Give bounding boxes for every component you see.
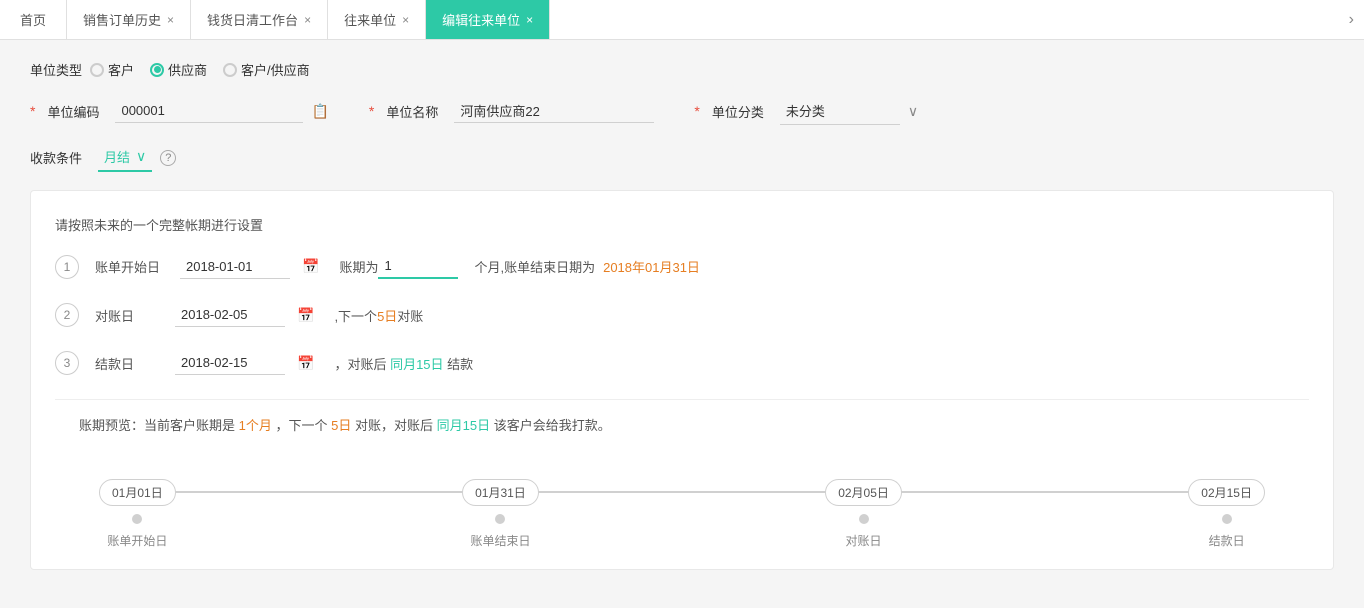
preview-prefix: 账期预览：当前客户账期是 [79, 418, 235, 433]
node-3-dot [859, 514, 869, 524]
tab-partner[interactable]: 往来单位 × [328, 0, 426, 39]
tab-edit-partner[interactable]: 编辑往来单位 × [426, 0, 550, 39]
tab-partner-label: 往来单位 [344, 10, 396, 29]
period-label: 账期为 [339, 257, 378, 276]
preview-middle2: 对账，对账后 [355, 418, 433, 433]
settle-row-3: 3 结款日 📅 ，对账后 同月15日 结款 [55, 351, 1309, 375]
radio-group-unit-type: 客户 供应商 客户/供应商 [90, 60, 310, 79]
node-2-label: 账单结束日 [470, 532, 530, 549]
row-label-1: 账单开始日 [95, 257, 160, 276]
unit-code-group: * 单位编码 📋 [30, 99, 329, 123]
tab-sales-history-close[interactable]: × [167, 13, 174, 27]
collect-condition-section: 收款条件 月结 ∨ ? [30, 143, 1334, 172]
timeline-section: 01月01日 账单开始日 01月31日 账单结束日 02月05日 对账日 [55, 453, 1309, 549]
node-3-badge: 02月05日 [825, 479, 902, 506]
card-title: 请按照未来的一个完整帐期进行设置 [55, 215, 1309, 234]
unit-category-dropdown[interactable]: ∨ [908, 103, 918, 120]
radio-customer-label: 客户 [108, 60, 134, 79]
unit-category-required: * [694, 103, 699, 119]
row-label-2: 对账日 [95, 306, 155, 325]
unit-name-group: * 单位名称 [369, 99, 654, 123]
tab-cash-work-close[interactable]: × [304, 13, 311, 27]
radio-customer-supplier-circle [223, 63, 237, 77]
start-date-input[interactable] [180, 255, 290, 279]
unit-category-label: 单位分类 [712, 102, 764, 121]
tab-edit-partner-label: 编辑往来单位 [442, 10, 520, 29]
payment-desc: ，对账后 同月15日 结款 [334, 354, 473, 373]
preview-section: 账期预览：当前客户账期是 1个月 ，下一个 5日 对账，对账后 同月15日 该客… [55, 400, 1309, 453]
period-end-date: 2018年01月31日 [603, 257, 700, 276]
node-4-badge: 02月15日 [1188, 479, 1265, 506]
unit-category-value: 未分类 [780, 97, 900, 125]
unit-code-required: * [30, 103, 35, 119]
collect-condition-arrow[interactable]: ∨ [136, 148, 146, 165]
tab-cash-work[interactable]: 钱货日清工作台 × [191, 0, 328, 39]
radio-customer[interactable]: 客户 [90, 60, 134, 79]
timeline-node-3: 02月05日 对账日 [825, 479, 902, 549]
settle-row-1: 1 账单开始日 📅 账期为 个月,账单结束日期为 2018年01月31日 [55, 254, 1309, 279]
tab-partner-close[interactable]: × [402, 13, 409, 27]
period-input[interactable] [378, 254, 458, 279]
radio-customer-circle [90, 63, 104, 77]
radio-supplier-circle [150, 63, 164, 77]
payment-date-input[interactable] [175, 351, 285, 375]
radio-supplier[interactable]: 供应商 [150, 60, 207, 79]
node-2-badge: 01月31日 [462, 479, 539, 506]
row-num-2: 2 [55, 303, 79, 327]
unit-name-input[interactable] [454, 99, 654, 123]
preview-highlight1: 1个月 [239, 418, 272, 433]
settlement-card: 请按照未来的一个完整帐期进行设置 1 账单开始日 📅 账期为 个月,账单结束日期… [30, 190, 1334, 570]
reconcile-desc: ,下一个5日对账 [334, 306, 423, 325]
start-date-calendar[interactable]: 📅 [302, 258, 319, 275]
collect-condition-value: 月结 [104, 147, 130, 166]
preview-highlight3: 同月15日 [437, 418, 490, 433]
unit-name-required: * [369, 103, 374, 119]
row-num-1: 1 [55, 255, 79, 279]
main-content: 单位类型 客户 供应商 客户/供应商 * 单位编码 📋 * [0, 40, 1364, 600]
unit-type-label: 单位类型 [30, 60, 82, 79]
radio-customer-supplier[interactable]: 客户/供应商 [223, 60, 310, 79]
node-1-dot [132, 514, 142, 524]
timeline-node-1: 01月01日 账单开始日 [99, 479, 176, 549]
tab-cash-work-label: 钱货日清工作台 [207, 10, 298, 29]
unit-code-label: 单位编码 [47, 102, 99, 121]
preview-middle1: ，下一个 [276, 418, 328, 433]
node-4-label: 结款日 [1209, 532, 1245, 549]
row-label-3: 结款日 [95, 354, 155, 373]
tab-home-label: 首页 [20, 10, 46, 29]
tab-home[interactable]: 首页 [0, 0, 67, 39]
unit-name-label: 单位名称 [386, 102, 438, 121]
period-unit-text: 个月,账单结束日期为 [474, 257, 595, 276]
node-4-dot [1222, 514, 1232, 524]
unit-type-section: 单位类型 客户 供应商 客户/供应商 [30, 60, 1334, 79]
tab-scroll-arrow[interactable]: › [1339, 0, 1364, 39]
unit-code-input[interactable] [115, 99, 303, 123]
reconcile-date-calendar[interactable]: 📅 [297, 307, 314, 324]
row-num-3: 3 [55, 351, 79, 375]
unit-info-section: * 单位编码 📋 * 单位名称 * 单位分类 未分类 ∨ [30, 97, 1334, 125]
radio-customer-supplier-label: 客户/供应商 [241, 60, 310, 79]
collect-condition-label: 收款条件 [30, 148, 82, 167]
timeline-node-2: 01月31日 账单结束日 [462, 479, 539, 549]
preview-suffix: 该客户会给我打款。 [494, 418, 611, 433]
unit-category-group: * 单位分类 未分类 ∨ [694, 97, 918, 125]
timeline-node-4: 02月15日 结款日 [1188, 479, 1265, 549]
tab-bar: 首页 销售订单历史 × 钱货日清工作台 × 往来单位 × 编辑往来单位 × › [0, 0, 1364, 40]
node-3-label: 对账日 [846, 532, 882, 549]
radio-supplier-label: 供应商 [168, 60, 207, 79]
preview-highlight2: 5日 [331, 418, 351, 433]
node-1-badge: 01月01日 [99, 479, 176, 506]
payment-date-calendar[interactable]: 📅 [297, 355, 314, 372]
settle-row-2: 2 对账日 📅 ,下一个5日对账 [55, 303, 1309, 327]
unit-code-icon[interactable]: 📋 [311, 103, 328, 120]
tab-edit-partner-close[interactable]: × [526, 13, 533, 27]
tab-sales-history[interactable]: 销售订单历史 × [67, 0, 191, 39]
node-2-dot [495, 514, 505, 524]
collect-condition-select[interactable]: 月结 ∨ [98, 143, 152, 172]
tab-sales-history-label: 销售订单历史 [83, 10, 161, 29]
node-1-label: 账单开始日 [107, 532, 167, 549]
help-icon[interactable]: ? [160, 150, 176, 166]
reconcile-date-input[interactable] [175, 303, 285, 327]
